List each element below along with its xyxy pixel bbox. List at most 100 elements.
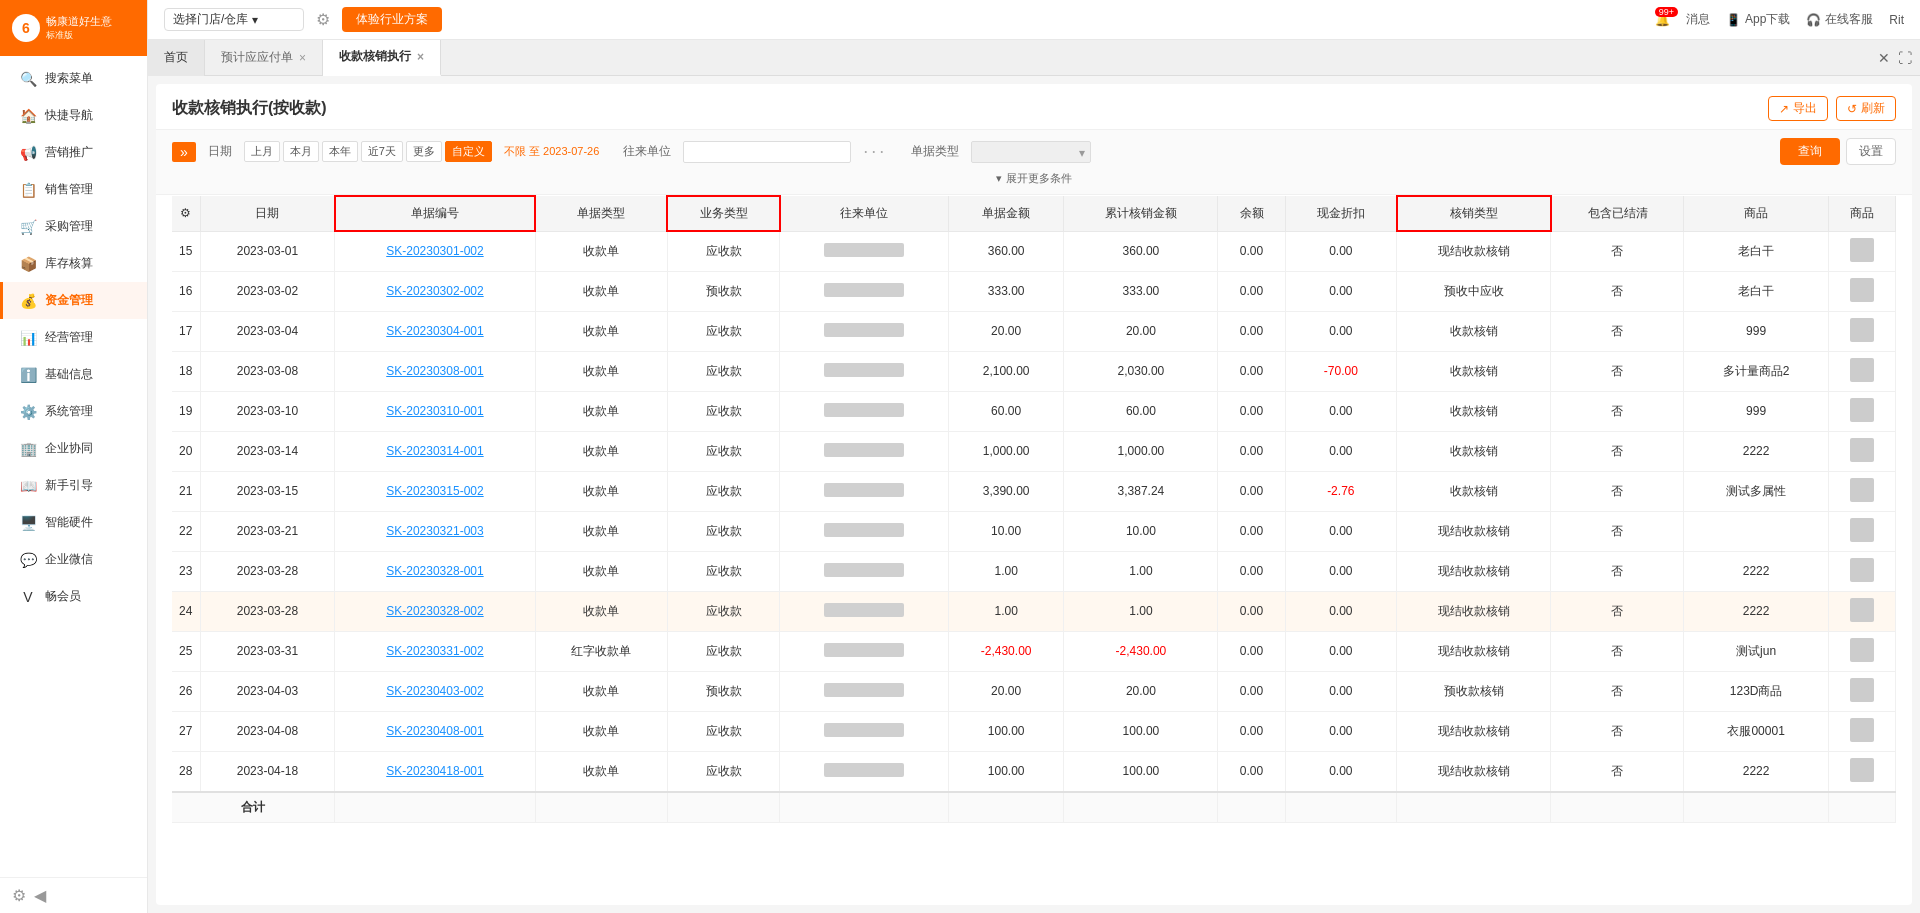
- doc-no-link[interactable]: SK-20230418-001: [386, 764, 483, 778]
- app-download[interactable]: 📱 App下载: [1726, 11, 1790, 28]
- cell-biz-type: 应收款: [667, 231, 779, 271]
- cell-cancel-type: 现结收款核销: [1397, 711, 1551, 751]
- sidebar-item-finance[interactable]: 💰资金管理: [0, 282, 147, 319]
- doc-no-link[interactable]: SK-20230314-001: [386, 444, 483, 458]
- sidebar-item-sales[interactable]: 📋销售管理: [0, 171, 147, 208]
- query-button[interactable]: 查询: [1780, 138, 1840, 165]
- cell-goods2: [1828, 311, 1895, 351]
- sidebar-item-corp[interactable]: 🏢企业协同: [0, 430, 147, 467]
- cell-goods2: [1828, 511, 1895, 551]
- doc-no-link[interactable]: SK-20230308-001: [386, 364, 483, 378]
- table-row: 17 2023-03-04 SK-20230304-001 收款单 应收款 20…: [172, 311, 1896, 351]
- th-accum-cancel: 累计核销金额: [1064, 196, 1218, 231]
- sidebar-label-basic: 基础信息: [45, 366, 93, 383]
- sidebar-label-wechat: 企业微信: [45, 551, 93, 568]
- more-filters-dots[interactable]: ···: [863, 141, 887, 162]
- tab-home[interactable]: 首页: [148, 40, 205, 76]
- cell-idx: 15: [172, 231, 200, 271]
- cell-cancel-type: 收款核销: [1397, 391, 1551, 431]
- cell-goods: 老白干: [1684, 271, 1828, 311]
- notification-bell[interactable]: 🔔 99+: [1655, 13, 1670, 27]
- date-more[interactable]: 更多: [406, 141, 442, 162]
- doc-no-link[interactable]: SK-20230304-001: [386, 324, 483, 338]
- date-this-month[interactable]: 本月: [283, 141, 319, 162]
- cell-balance: 0.00: [1218, 471, 1285, 511]
- doc-no-link[interactable]: SK-20230403-002: [386, 684, 483, 698]
- sidebar-item-system[interactable]: ⚙️系统管理: [0, 393, 147, 430]
- date-last-month[interactable]: 上月: [244, 141, 280, 162]
- cell-amount: 20.00: [948, 671, 1064, 711]
- footer-goods: [1684, 792, 1828, 823]
- doc-no-link[interactable]: SK-20230315-002: [386, 484, 483, 498]
- sidebar-item-guide[interactable]: 📖新手引导: [0, 467, 147, 504]
- cell-idx: 27: [172, 711, 200, 751]
- online-service[interactable]: 🎧 在线客服: [1806, 11, 1873, 28]
- sidebar-item-basic[interactable]: ℹ️基础信息: [0, 356, 147, 393]
- user-account[interactable]: Rit: [1889, 13, 1904, 27]
- sidebar-label-marketing: 营销推广: [45, 144, 93, 161]
- cell-cash-discount: 0.00: [1285, 631, 1396, 671]
- expand-more[interactable]: ▾ 展开更多条件: [172, 165, 1896, 186]
- cell-accum-cancel: 1.00: [1064, 591, 1218, 631]
- footer-counterpart: [780, 792, 949, 823]
- doc-no-link[interactable]: SK-20230321-003: [386, 524, 483, 538]
- cell-incl-settled: 否: [1551, 471, 1684, 511]
- tab-payment-exec[interactable]: 收款核销执行×: [323, 40, 441, 76]
- logo-sub: 标准版: [46, 29, 112, 42]
- th-goods: 商品: [1684, 196, 1828, 231]
- topbar-gear-icon[interactable]: ⚙: [316, 10, 330, 29]
- setting-button[interactable]: 设置: [1846, 138, 1896, 165]
- th-setting[interactable]: ⚙: [172, 196, 200, 231]
- sidebar-item-inventory[interactable]: 📦库存核算: [0, 245, 147, 282]
- collapse-icon[interactable]: ◀: [34, 886, 46, 905]
- cell-goods2: [1828, 391, 1895, 431]
- cell-incl-settled: 否: [1551, 711, 1684, 751]
- cell-idx: 20: [172, 431, 200, 471]
- sidebar-item-purchase[interactable]: 🛒采购管理: [0, 208, 147, 245]
- doc-no-link[interactable]: SK-20230408-001: [386, 724, 483, 738]
- sidebar-item-marketing[interactable]: 📢营销推广: [0, 134, 147, 171]
- close-window-icon[interactable]: ✕: [1878, 50, 1890, 66]
- date-this-year[interactable]: 本年: [322, 141, 358, 162]
- doc-no-link[interactable]: SK-20230328-001: [386, 564, 483, 578]
- sidebar-item-wechat[interactable]: 💬企业微信: [0, 541, 147, 578]
- tab-close-pending-payment[interactable]: ×: [299, 51, 306, 65]
- cell-accum-cancel: -2,430.00: [1064, 631, 1218, 671]
- cell-goods: 2222: [1684, 551, 1828, 591]
- store-selector[interactable]: 选择门店/仓库 ▾: [164, 8, 304, 31]
- cell-counterpart: [780, 231, 949, 271]
- cell-doc-no: SK-20230328-001: [335, 551, 535, 591]
- cell-cancel-type: 收款核销: [1397, 351, 1551, 391]
- doc-no-link[interactable]: SK-20230310-001: [386, 404, 483, 418]
- cell-date: 2023-03-15: [200, 471, 335, 511]
- sidebar-item-member[interactable]: V畅会员: [0, 578, 147, 615]
- doc-no-link[interactable]: SK-20230301-002: [386, 244, 483, 258]
- date-7days[interactable]: 近7天: [361, 141, 403, 162]
- doc-no-link[interactable]: SK-20230328-002: [386, 604, 483, 618]
- cell-date: 2023-04-18: [200, 751, 335, 792]
- doc-no-link[interactable]: SK-20230302-002: [386, 284, 483, 298]
- footer-discount: [1285, 792, 1396, 823]
- sidebar-item-operation[interactable]: 📊经营管理: [0, 319, 147, 356]
- cell-date: 2023-03-28: [200, 591, 335, 631]
- notification-label[interactable]: 消息: [1686, 11, 1710, 28]
- tab-pending-payment[interactable]: 预计应应付单×: [205, 40, 323, 76]
- maximize-icon[interactable]: ⛶: [1898, 50, 1912, 66]
- doc-no-link[interactable]: SK-20230331-002: [386, 644, 483, 658]
- counterpart-input[interactable]: [683, 141, 851, 163]
- export-button[interactable]: ↗ 导出: [1768, 96, 1828, 121]
- logo-text: 畅康道好生意: [46, 14, 112, 28]
- receipt-type-label: 单据类型: [911, 143, 959, 160]
- sidebar-item-hardware[interactable]: 🖥️智能硬件: [0, 504, 147, 541]
- refresh-button[interactable]: ↺ 刷新: [1836, 96, 1896, 121]
- tab-close-payment-exec[interactable]: ×: [417, 50, 424, 64]
- date-custom[interactable]: 自定义: [445, 141, 492, 162]
- settings-icon[interactable]: ⚙: [12, 886, 26, 905]
- table-row: 28 2023-04-18 SK-20230418-001 收款单 应收款 10…: [172, 751, 1896, 792]
- receipt-type-select[interactable]: [971, 141, 1091, 163]
- sidebar-item-quick-nav[interactable]: 🏠快捷导航: [0, 97, 147, 134]
- solution-button[interactable]: 体验行业方案: [342, 7, 442, 32]
- cell-incl-settled: 否: [1551, 631, 1684, 671]
- sidebar-item-search[interactable]: 🔍搜索菜单: [0, 60, 147, 97]
- filter-collapse-btn[interactable]: »: [172, 142, 196, 162]
